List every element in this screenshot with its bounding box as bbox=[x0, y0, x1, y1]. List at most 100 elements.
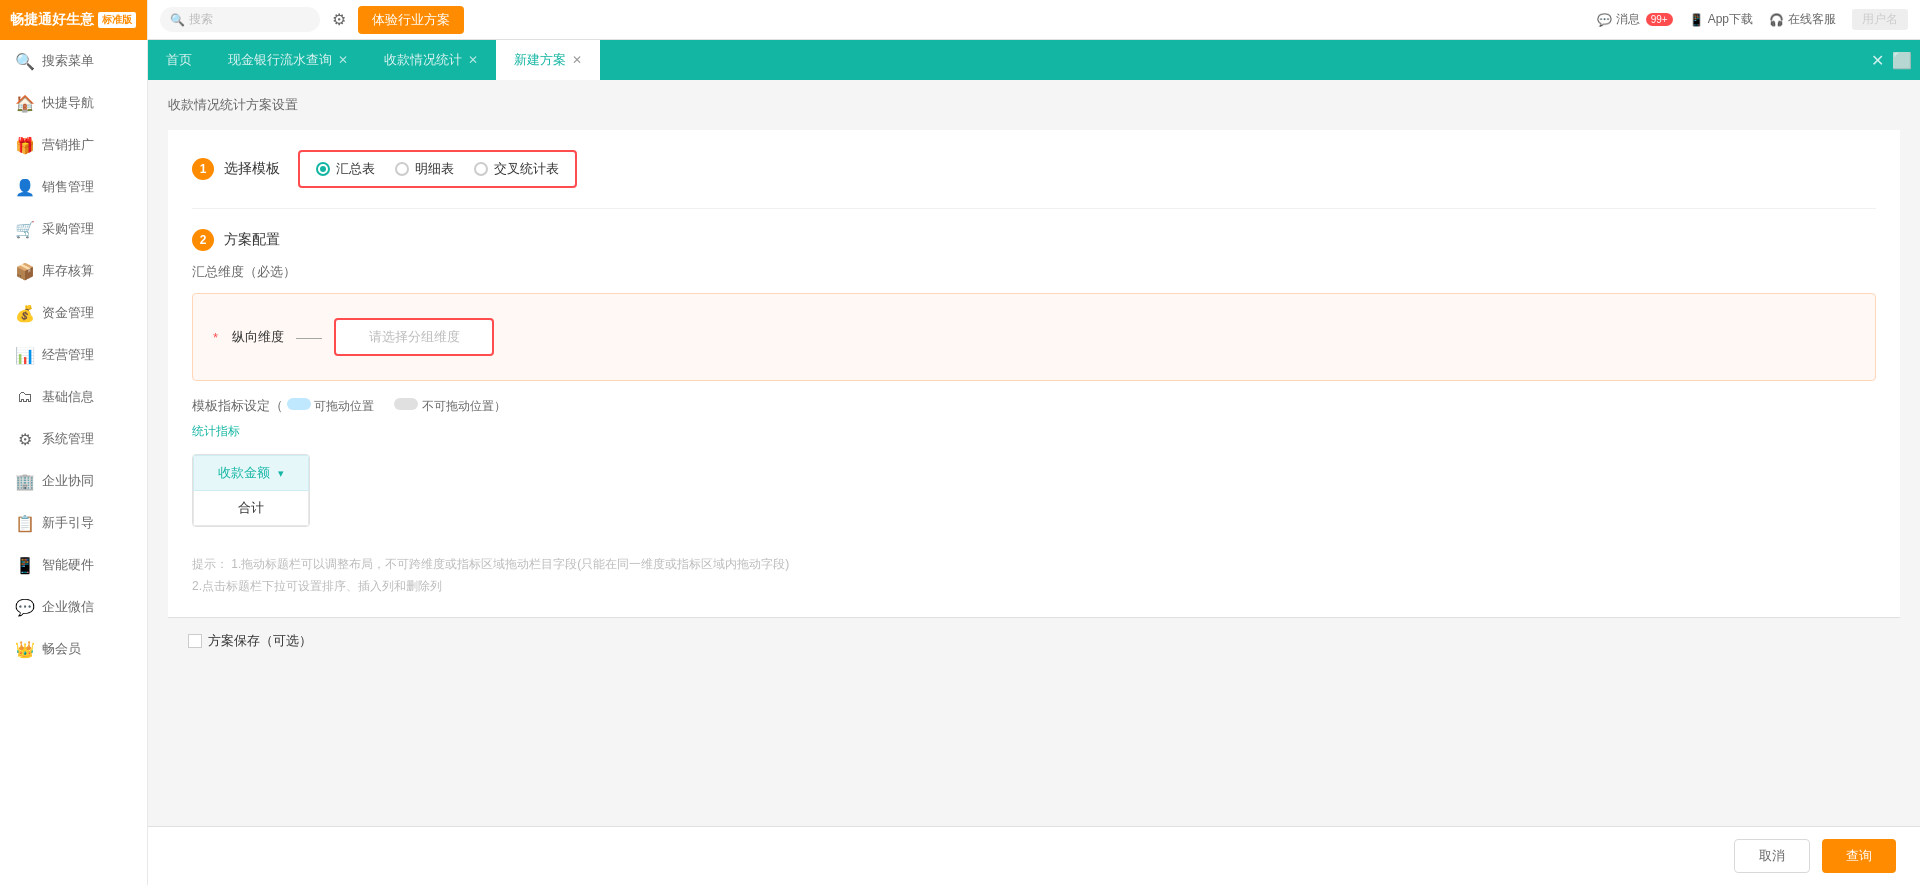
stats-table-wrap: 收款金额 ▾ 合计 bbox=[192, 454, 310, 527]
trial-button[interactable]: 体验行业方案 bbox=[358, 6, 464, 34]
arrow-indicator: —— bbox=[296, 330, 322, 345]
maximize-icon[interactable]: ⬜ bbox=[1892, 51, 1912, 70]
sidebar-item-label: 搜索菜单 bbox=[42, 52, 94, 70]
dim-select-button[interactable]: 请选择分组维度 bbox=[334, 318, 494, 356]
non-draggable-indicator bbox=[394, 398, 418, 410]
cancel-button[interactable]: 取消 bbox=[1734, 839, 1810, 873]
search-icon: 🔍 bbox=[170, 13, 185, 27]
radio-detail-label: 明细表 bbox=[415, 160, 454, 178]
tab-payment-label: 收款情况统计 bbox=[384, 51, 462, 69]
sidebar-item-label: 企业协同 bbox=[42, 472, 94, 490]
col-dropdown-arrow[interactable]: ▾ bbox=[278, 467, 284, 479]
version-badge: 标准版 bbox=[98, 12, 136, 28]
user-info: 用户名 bbox=[1852, 9, 1908, 30]
sidebar-item-purchase[interactable]: 🛒 采购管理 bbox=[0, 208, 147, 250]
notification-item[interactable]: 💬 消息 99+ bbox=[1597, 11, 1673, 28]
search-bar[interactable]: 🔍 搜索 bbox=[160, 7, 320, 32]
sidebar-item-finance[interactable]: 💰 资金管理 bbox=[0, 292, 147, 334]
tab-cashflow[interactable]: 现金银行流水查询 ✕ bbox=[210, 40, 366, 80]
query-button[interactable]: 查询 bbox=[1822, 839, 1896, 873]
radio-dot-summary bbox=[316, 162, 330, 176]
sidebar-item-label: 采购管理 bbox=[42, 220, 94, 238]
draggable-label: 可拖动位置 bbox=[314, 399, 374, 413]
download-item[interactable]: 📱 App下载 bbox=[1689, 11, 1753, 28]
tab-newplan-label: 新建方案 bbox=[514, 51, 566, 69]
radio-summary[interactable]: 汇总表 bbox=[316, 160, 375, 178]
tab-newplan[interactable]: 新建方案 ✕ bbox=[496, 40, 600, 80]
main-area: 🔍 搜索 ⚙ 体验行业方案 💬 消息 99+ 📱 App下载 🎧 在线客服 用户… bbox=[148, 0, 1920, 885]
radio-detail[interactable]: 明细表 bbox=[395, 160, 454, 178]
close-window-icon[interactable]: ✕ bbox=[1871, 51, 1884, 70]
radio-dot-detail bbox=[395, 162, 409, 176]
vertical-dim-label: 纵向维度 bbox=[232, 328, 284, 346]
settings-icon[interactable]: ⚙ bbox=[328, 6, 350, 33]
sidebar-item-sales[interactable]: 👤 销售管理 bbox=[0, 166, 147, 208]
main-card: 1 选择模板 汇总表 明细表 交叉统计表 bbox=[168, 130, 1900, 617]
home-icon: 🏠 bbox=[16, 94, 34, 112]
checkbox-box bbox=[188, 634, 202, 648]
chart-icon: 📊 bbox=[16, 346, 34, 364]
tips-section: 提示： 1.拖动标题栏可以调整布局，不可跨维度或指标区域拖动栏目字段(只能在同一… bbox=[192, 554, 1876, 597]
vertical-dim-row: * 纵向维度 —— 请选择分组维度 bbox=[213, 318, 1855, 356]
sidebar-item-management[interactable]: 📊 经营管理 bbox=[0, 334, 147, 376]
sidebar-item-quicknav[interactable]: 🏠 快捷导航 bbox=[0, 82, 147, 124]
sidebar-item-weixin[interactable]: 💬 企业微信 bbox=[0, 586, 147, 628]
stats-col-header[interactable]: 收款金额 ▾ bbox=[194, 456, 309, 491]
sidebar-item-label: 库存核算 bbox=[42, 262, 94, 280]
tab-payment[interactable]: 收款情况统计 ✕ bbox=[366, 40, 496, 80]
gear-icon: ⚙ bbox=[16, 430, 34, 448]
metrics-header: 模板指标设定（ 可拖动位置 不可拖动位置） bbox=[192, 397, 1876, 415]
sidebar-item-basicinfo[interactable]: 🗂 基础信息 bbox=[0, 376, 147, 418]
service-item[interactable]: 🎧 在线客服 bbox=[1769, 11, 1836, 28]
box-icon: 📦 bbox=[16, 262, 34, 280]
metrics-config: 模板指标设定（ 可拖动位置 不可拖动位置） 统计指标 bbox=[192, 397, 1876, 530]
template-radio-group: 汇总表 明细表 交叉统计表 bbox=[298, 150, 577, 188]
tab-cashflow-close[interactable]: ✕ bbox=[338, 53, 348, 67]
gift-icon: 🎁 bbox=[16, 136, 34, 154]
step1-row: 1 选择模板 汇总表 明细表 交叉统计表 bbox=[192, 150, 1876, 188]
sidebar-item-member[interactable]: 👑 畅会员 bbox=[0, 628, 147, 670]
metrics-config-label: 模板指标设定（ 可拖动位置 不可拖动位置） bbox=[192, 397, 506, 415]
tip2: 2.点击标题栏下拉可设置排序、插入列和删除列 bbox=[192, 576, 1876, 598]
tab-payment-close[interactable]: ✕ bbox=[468, 53, 478, 67]
message-icon: 💬 bbox=[1597, 13, 1612, 27]
step2-circle: 2 bbox=[192, 229, 214, 251]
sidebar-item-system[interactable]: ⚙ 系统管理 bbox=[0, 418, 147, 460]
tab-newplan-close[interactable]: ✕ bbox=[572, 53, 582, 67]
stats-table: 收款金额 ▾ 合计 bbox=[193, 455, 309, 526]
sidebar-item-hardware[interactable]: 📱 智能硬件 bbox=[0, 544, 147, 586]
wechat-icon: 💬 bbox=[16, 598, 34, 616]
radio-crosstab[interactable]: 交叉统计表 bbox=[474, 160, 559, 178]
stats-row-label: 合计 bbox=[194, 491, 309, 526]
sidebar-item-label: 新手引导 bbox=[42, 514, 94, 532]
required-star: * bbox=[213, 330, 218, 345]
sidebar: 畅捷通好生意 标准版 🔍 搜索菜单 🏠 快捷导航 🎁 营销推广 👤 销售管理 🛒… bbox=[0, 0, 148, 885]
save-row: 方案保存（可选） bbox=[168, 617, 1900, 664]
download-icon: 📱 bbox=[1689, 13, 1704, 27]
sidebar-item-label: 营销推广 bbox=[42, 136, 94, 154]
sidebar-item-collab[interactable]: 🏢 企业协同 bbox=[0, 460, 147, 502]
draggable-indicator bbox=[287, 398, 311, 410]
sidebar-item-label: 资金管理 bbox=[42, 304, 94, 322]
non-draggable-label: 不可拖动位置） bbox=[422, 399, 506, 413]
bottom-bar: 取消 查询 bbox=[148, 826, 1920, 885]
sidebar-item-inventory[interactable]: 📦 库存核算 bbox=[0, 250, 147, 292]
stats-section-label: 统计指标 bbox=[192, 423, 1876, 440]
member-icon: 👑 bbox=[16, 640, 34, 658]
step1-circle: 1 bbox=[192, 158, 214, 180]
download-label: App下载 bbox=[1708, 11, 1753, 28]
sidebar-item-label: 畅会员 bbox=[42, 640, 81, 658]
summary-dim-label: 汇总维度（必选） bbox=[192, 263, 1876, 281]
cart-icon: 🛒 bbox=[16, 220, 34, 238]
save-checkbox[interactable]: 方案保存（可选） bbox=[188, 632, 312, 650]
tabbar: 首页 现金银行流水查询 ✕ 收款情况统计 ✕ 新建方案 ✕ ✕ ⬜ bbox=[148, 40, 1920, 80]
tab-home-label: 首页 bbox=[166, 51, 192, 69]
sidebar-item-search[interactable]: 🔍 搜索菜单 bbox=[0, 40, 147, 82]
sidebar-item-label: 企业微信 bbox=[42, 598, 94, 616]
sidebar-item-marketing[interactable]: 🎁 营销推广 bbox=[0, 124, 147, 166]
sidebar-item-guide[interactable]: 📋 新手引导 bbox=[0, 502, 147, 544]
service-icon: 🎧 bbox=[1769, 13, 1784, 27]
user-icon: 👤 bbox=[16, 178, 34, 196]
tab-home[interactable]: 首页 bbox=[148, 40, 210, 80]
divider1 bbox=[192, 208, 1876, 209]
